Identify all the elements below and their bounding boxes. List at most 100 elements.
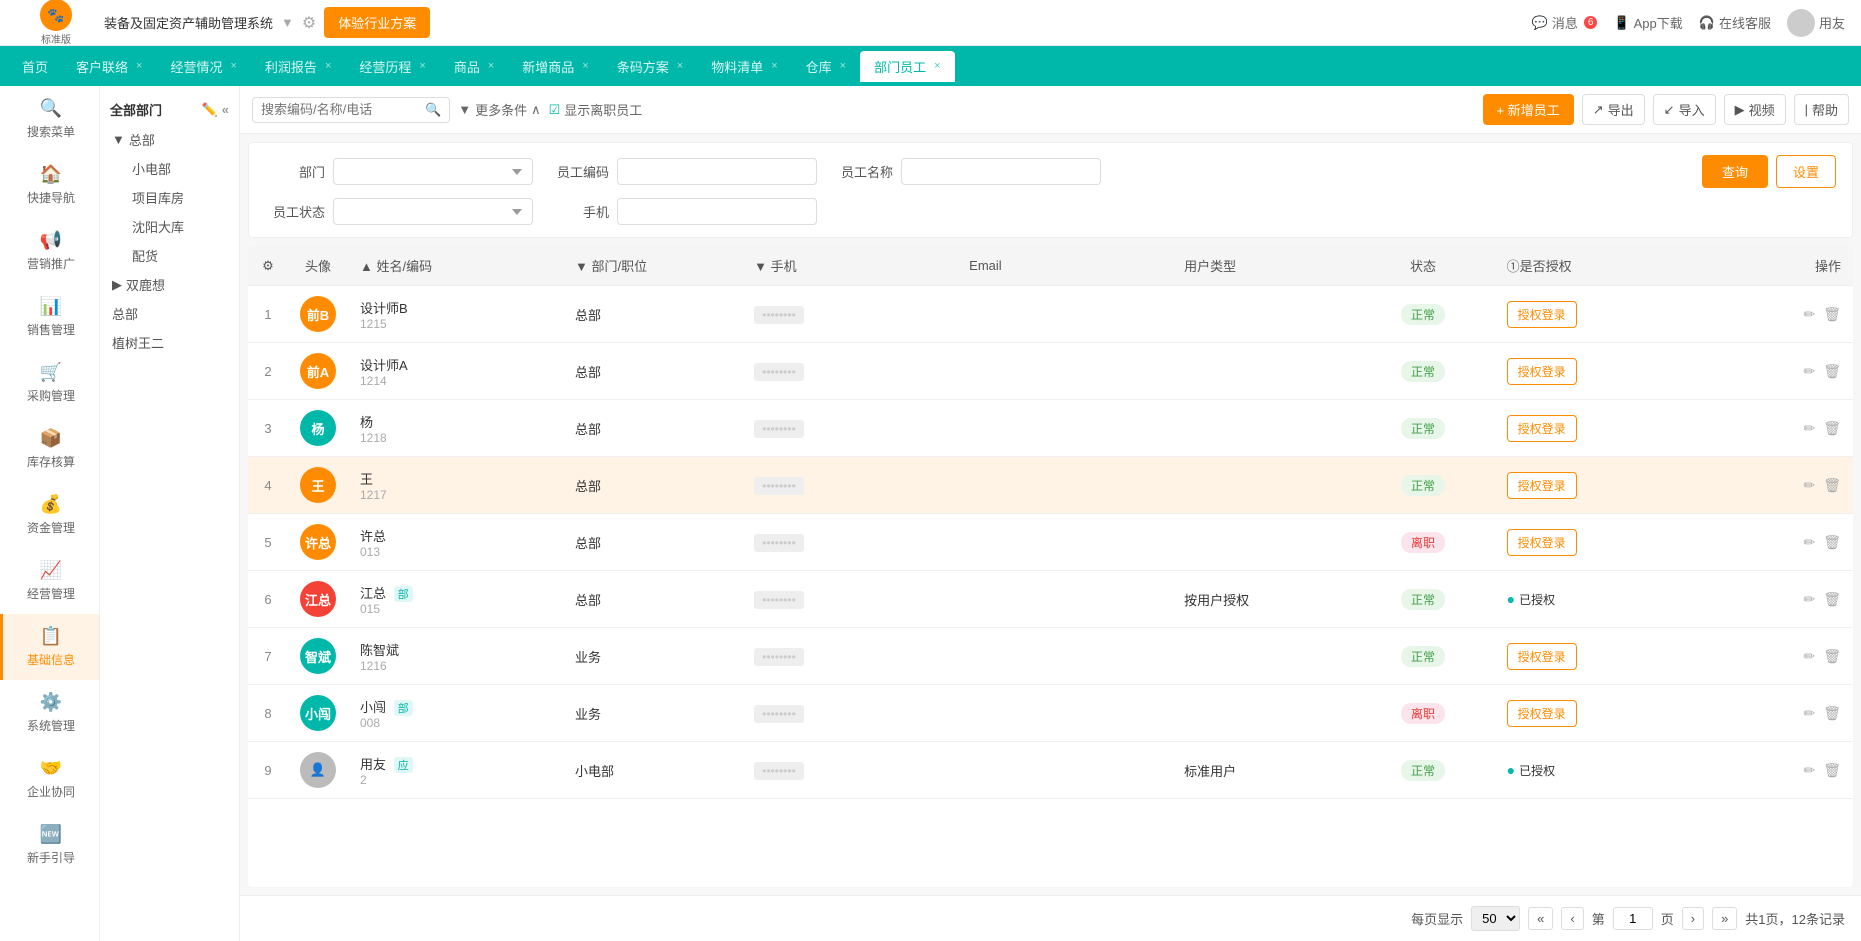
next-page-btn[interactable]: ›: [1682, 907, 1704, 930]
edit-icon[interactable]: ✏: [1803, 648, 1815, 665]
tab-close-btn-5[interactable]: ×: [488, 60, 494, 72]
nav-tab-8[interactable]: 物料清单×: [697, 51, 791, 82]
left-nav-item-sales[interactable]: 📊 销售管理: [0, 284, 99, 350]
filter-search-btn[interactable]: 查询: [1702, 155, 1768, 188]
edit-icon[interactable]: ✏: [1803, 762, 1815, 779]
import-btn[interactable]: ↙ 导入: [1653, 94, 1716, 125]
nav-tab-5[interactable]: 商品×: [440, 51, 508, 82]
dept-collapse-icon[interactable]: «: [222, 102, 229, 118]
dept-tree-item-peihuo[interactable]: 配货: [120, 241, 239, 270]
left-nav-item-operations[interactable]: 📈 经营管理: [0, 548, 99, 614]
dept-tree-item-shenyang[interactable]: 沈阳大库: [120, 212, 239, 241]
col-settings[interactable]: ⚙: [248, 246, 288, 286]
tab-close-btn-1[interactable]: ×: [136, 60, 142, 72]
left-nav-item-marketing[interactable]: 📢 营销推广: [0, 218, 99, 284]
filter-emp-code-input[interactable]: [617, 158, 817, 185]
user-menu[interactable]: 用友: [1787, 9, 1845, 37]
left-nav-item-finance[interactable]: 💰 资金管理: [0, 482, 99, 548]
dept-tree-item-zongbu-root[interactable]: ▼ 总部: [100, 125, 239, 154]
filter-set-btn[interactable]: 设置: [1776, 155, 1836, 188]
last-page-btn[interactable]: »: [1712, 907, 1737, 930]
left-nav-item-shortcut[interactable]: 🏠 快捷导航: [0, 152, 99, 218]
dept-tree-item-zongbu2[interactable]: 总部: [100, 299, 239, 328]
delete-icon[interactable]: 🗑: [1823, 534, 1841, 551]
filter-phone-input[interactable]: [617, 198, 817, 225]
nav-tab-7[interactable]: 条码方案×: [603, 51, 697, 82]
col-phone[interactable]: ▼ 手机: [742, 246, 957, 286]
message-btn[interactable]: 💬 消息 6: [1532, 13, 1598, 32]
tab-close-btn-8[interactable]: ×: [771, 60, 777, 72]
auth-login-btn[interactable]: 授权登录: [1507, 415, 1577, 442]
dept-edit-icon[interactable]: ✏️: [202, 102, 218, 118]
tab-close-btn-2[interactable]: ×: [230, 60, 236, 72]
add-employee-btn[interactable]: + 新增员工: [1483, 94, 1574, 125]
tab-close-btn-4[interactable]: ×: [419, 60, 425, 72]
auth-login-btn[interactable]: 授权登录: [1507, 529, 1577, 556]
left-nav-item-purchase[interactable]: 🛒 采购管理: [0, 350, 99, 416]
dept-tree-item-project[interactable]: 项目库房: [120, 183, 239, 212]
trial-btn[interactable]: 体验行业方案: [324, 7, 430, 38]
delete-icon[interactable]: 🗑: [1823, 477, 1841, 494]
edit-icon[interactable]: ✏: [1803, 477, 1815, 494]
search-box[interactable]: 🔍: [252, 97, 450, 123]
nav-tab-3[interactable]: 利润报告×: [251, 51, 345, 82]
nav-tab-6[interactable]: 新增商品×: [508, 51, 602, 82]
left-nav-item-inventory[interactable]: 📦 库存核算: [0, 416, 99, 482]
delete-icon[interactable]: 🗑: [1823, 306, 1841, 323]
left-nav-item-search[interactable]: 🔍 搜索菜单: [0, 86, 99, 152]
app-download-btn[interactable]: 📱 App下载: [1613, 13, 1682, 32]
auth-login-btn[interactable]: 授权登录: [1507, 643, 1577, 670]
search-input[interactable]: [261, 102, 421, 117]
nav-tab-1[interactable]: 客户联络×: [62, 51, 156, 82]
filter-emp-status-select[interactable]: [333, 198, 533, 225]
auth-login-btn[interactable]: 授权登录: [1507, 358, 1577, 385]
nav-tab-2[interactable]: 经营情况×: [156, 51, 250, 82]
left-nav-item-basic_info[interactable]: 📋 基础信息: [0, 614, 99, 680]
first-page-btn[interactable]: «: [1528, 907, 1553, 930]
delete-icon[interactable]: 🗑: [1823, 648, 1841, 665]
delete-icon[interactable]: 🗑: [1823, 363, 1841, 380]
delete-icon[interactable]: 🗑: [1823, 705, 1841, 722]
edit-icon[interactable]: ✏: [1803, 306, 1815, 323]
view-btn[interactable]: ▶ 视频: [1724, 94, 1786, 125]
edit-icon[interactable]: ✏: [1803, 534, 1815, 551]
nav-tab-10[interactable]: 部门员工×: [860, 51, 954, 82]
tab-close-btn-3[interactable]: ×: [325, 60, 331, 72]
edit-icon[interactable]: ✏: [1803, 363, 1815, 380]
filter-dept-select[interactable]: [333, 158, 533, 185]
left-nav-item-system[interactable]: ⚙️ 系统管理: [0, 680, 99, 746]
prev-page-btn[interactable]: ‹: [1561, 907, 1583, 930]
dept-tree-item-xiaodian[interactable]: 小电部: [120, 154, 239, 183]
settings-icon[interactable]: ⚙: [302, 13, 316, 33]
dept-tree-item-shuanglu[interactable]: ▶ 双鹿想: [100, 270, 239, 299]
export-btn[interactable]: ↗ 导出: [1582, 94, 1645, 125]
delete-icon[interactable]: 🗑: [1823, 762, 1841, 779]
nav-tab-0[interactable]: 首页: [8, 51, 62, 82]
auth-login-btn[interactable]: 授权登录: [1507, 700, 1577, 727]
edit-icon[interactable]: ✏: [1803, 705, 1815, 722]
tab-close-btn-7[interactable]: ×: [677, 60, 683, 72]
auth-login-btn[interactable]: 授权登录: [1507, 301, 1577, 328]
help-btn[interactable]: | 帮助: [1794, 94, 1849, 125]
edit-icon[interactable]: ✏: [1803, 591, 1815, 608]
left-nav-item-guide[interactable]: 🆕 新手引导: [0, 812, 99, 878]
auth-login-btn[interactable]: 授权登录: [1507, 472, 1577, 499]
nav-tab-4[interactable]: 经营历程×: [345, 51, 439, 82]
dept-tree-item-zhishu[interactable]: 植树王二: [100, 328, 239, 357]
per-page-select[interactable]: 50: [1471, 906, 1520, 931]
left-nav-item-corp[interactable]: 🤝 企业协同: [0, 746, 99, 812]
tab-close-btn-6[interactable]: ×: [582, 60, 588, 72]
nav-tab-9[interactable]: 仓库×: [792, 51, 860, 82]
online-service-btn[interactable]: 🎧 在线客服: [1699, 13, 1771, 32]
edit-icon[interactable]: ✏: [1803, 420, 1815, 437]
more-filters-btn[interactable]: ▼ 更多条件 ∧: [458, 100, 540, 119]
system-title-dropdown-icon[interactable]: ▼: [281, 15, 294, 30]
delete-icon[interactable]: 🗑: [1823, 420, 1841, 437]
filter-emp-name-input[interactable]: [901, 158, 1101, 185]
col-dept[interactable]: ▼ 部门/职位: [563, 246, 742, 286]
tab-close-btn-9[interactable]: ×: [840, 60, 846, 72]
show-disabled-toggle[interactable]: ☑ 显示离职员工: [549, 100, 643, 119]
tab-close-btn-10[interactable]: ×: [934, 60, 940, 72]
page-number-input[interactable]: [1613, 907, 1653, 930]
delete-icon[interactable]: 🗑: [1823, 591, 1841, 608]
